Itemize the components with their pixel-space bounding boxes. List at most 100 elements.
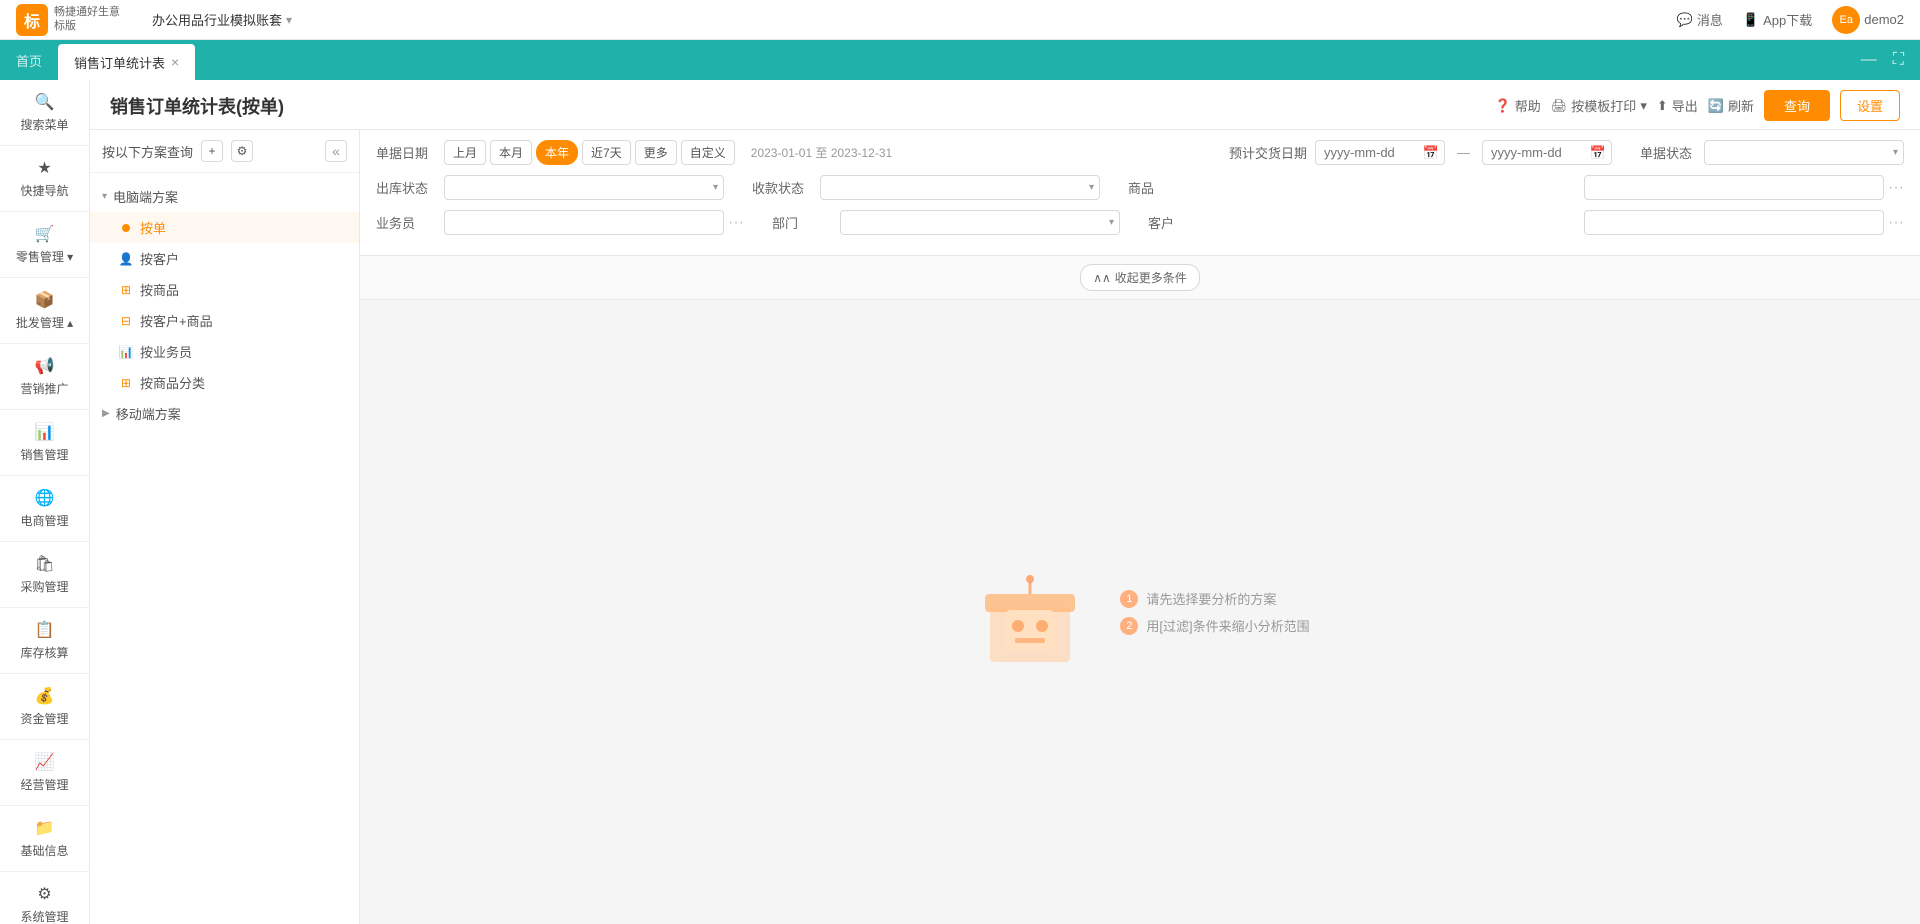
tree-section-mobile: ▶ 移动端方案: [90, 398, 359, 429]
print-button[interactable]: 🖨 按模板打印 ▾: [1551, 96, 1647, 115]
tree-item-by-category[interactable]: ⊞ 按商品分类: [90, 367, 359, 398]
sidebar-item-purchase[interactable]: 🛍 采购管理: [0, 542, 89, 608]
salesperson-label: 业务员: [376, 213, 432, 232]
goods-input[interactable]: [1584, 175, 1884, 200]
doc-status-filter: 单据状态 ▾: [1640, 140, 1904, 165]
sidebar-item-sales[interactable]: 📊 销售管理: [0, 410, 89, 476]
doc-status-label: 单据状态: [1640, 143, 1696, 162]
marketing-icon: 📢: [35, 356, 55, 376]
hint-num-1: 1: [1120, 590, 1138, 608]
delivery-status-select[interactable]: [444, 175, 724, 200]
sidebar-item-system[interactable]: ⚙ 系统管理: [0, 872, 89, 924]
category-icon: ⊞: [118, 375, 134, 391]
sidebar-item-quick[interactable]: ★ 快捷导航: [0, 146, 89, 212]
empty-content: 1 请先选择要分析的方案 2 用[过滤]条件来缩小分析范围: [970, 552, 1309, 672]
message-button[interactable]: 💬 消息: [1677, 10, 1723, 29]
date-buttons: 上月 本月 本年 近7天 更多 自定义: [444, 140, 735, 165]
delivery-status-select-wrapper: ▾: [444, 175, 724, 200]
doc-status-select[interactable]: [1704, 140, 1904, 165]
sidebar-item-ecommerce[interactable]: 🌐 电商管理: [0, 476, 89, 542]
right-content: 单据日期 上月 本月 本年 近7天 更多 自定义 2023-01-01 至 20…: [360, 130, 1920, 924]
expected-date-from-wrapper: 📅: [1315, 140, 1445, 165]
dept-select[interactable]: [840, 210, 1120, 235]
salesperson-filter-wrapper: ···: [444, 210, 744, 235]
app-title[interactable]: 办公用品行业模拟账套 ▾: [152, 10, 292, 29]
settings-button[interactable]: 设置: [1840, 90, 1900, 121]
tree-item-by-order[interactable]: 按单: [90, 212, 359, 243]
sidebar-item-wholesale[interactable]: 📦 批发管理 ▴: [0, 278, 89, 344]
date-btn-custom[interactable]: 自定义: [681, 140, 735, 165]
tree-item-by-cust-goods[interactable]: ⊟ 按客户+商品: [90, 305, 359, 336]
goods-ellipsis-icon[interactable]: ···: [1888, 179, 1904, 197]
date-separator: —: [1457, 145, 1470, 160]
export-button[interactable]: ⬆ 导出: [1657, 96, 1698, 115]
filter-row-1: 单据日期 上月 本月 本年 近7天 更多 自定义 2023-01-01 至 20…: [376, 140, 1904, 165]
collapse-up-icon: ∧∧: [1093, 271, 1111, 285]
section-arrow-icon: ▾: [102, 191, 107, 202]
tabbar: 首页 销售订单统计表 × — ⛶: [0, 40, 1920, 80]
system-icon: ⚙: [37, 884, 51, 904]
help-button[interactable]: ❓ 帮助: [1495, 96, 1541, 115]
app-download-button[interactable]: 📱 App下载: [1743, 10, 1812, 29]
sidebar-item-operations[interactable]: 📈 经营管理: [0, 740, 89, 806]
tab-maximize-icon[interactable]: ⛶: [1889, 47, 1908, 73]
help-icon: ❓: [1495, 98, 1511, 114]
date-btn-last-month[interactable]: 上月: [444, 140, 486, 165]
customer-input[interactable]: [1584, 210, 1884, 235]
sidebar-item-search[interactable]: 🔍 搜索菜单: [0, 80, 89, 146]
topbar-right: 💬 消息 📱 App下载 Ea demo2: [1677, 6, 1904, 34]
date-btn-this-month[interactable]: 本月: [490, 140, 532, 165]
add-scheme-button[interactable]: +: [201, 140, 223, 162]
tab-close-icon[interactable]: ×: [171, 54, 179, 70]
tabbar-controls: — ⛶: [1857, 40, 1920, 80]
purchase-icon: 🛍: [34, 554, 54, 574]
date-btn-7days[interactable]: 近7天: [582, 140, 631, 165]
query-button[interactable]: 查询: [1764, 90, 1830, 121]
goods-icon: ⊞: [118, 282, 134, 298]
left-scheme-panel: 按以下方案查询 + ⚙ « ▾ 电脑端方案: [90, 130, 360, 924]
topbar: 标 畅捷通好生意 标版 办公用品行业模拟账套 ▾ 💬 消息 📱 App下载 Ea…: [0, 0, 1920, 40]
sidebar-item-basic[interactable]: 📁 基础信息: [0, 806, 89, 872]
tree-item-by-salesperson[interactable]: 📊 按业务员: [90, 336, 359, 367]
expected-date-label: 预计交货日期: [1229, 143, 1307, 162]
salesperson-ellipsis-icon[interactable]: ···: [728, 214, 744, 232]
date-btn-more[interactable]: 更多: [635, 140, 677, 165]
refresh-button[interactable]: 🔄 刷新: [1708, 96, 1754, 115]
tab-minimize-icon[interactable]: —: [1857, 47, 1881, 73]
collapse-panel-button[interactable]: «: [325, 140, 347, 162]
sidebar-item-inventory[interactable]: 📋 库存核算: [0, 608, 89, 674]
tree-section-mobile-header[interactable]: ▶ 移动端方案: [90, 398, 359, 429]
empty-illustration: [970, 552, 1090, 672]
user-menu[interactable]: Ea demo2: [1832, 6, 1904, 34]
sidebar-item-marketing[interactable]: 📢 营销推广: [0, 344, 89, 410]
payment-status-label: 收款状态: [752, 178, 808, 197]
message-icon: 💬: [1677, 12, 1693, 28]
date-btn-this-year[interactable]: 本年: [536, 140, 578, 165]
sidebar-item-retail[interactable]: 🛒 零售管理 ▾: [0, 212, 89, 278]
salesperson-input[interactable]: [444, 210, 724, 235]
expected-date-to-input[interactable]: [1482, 140, 1612, 165]
tab-home[interactable]: 首页: [0, 40, 58, 80]
expected-date-from-input[interactable]: [1315, 140, 1445, 165]
phone-icon: 📱: [1743, 12, 1759, 28]
tree-section-pc-header[interactable]: ▾ 电脑端方案: [90, 181, 359, 212]
logo-text: 畅捷通好生意 标版: [54, 6, 120, 32]
section-label: 电脑端方案: [113, 187, 178, 206]
logo: 标 畅捷通好生意 标版: [16, 4, 120, 36]
expected-date-to-wrapper: 📅: [1482, 140, 1612, 165]
scheme-settings-button[interactable]: ⚙: [231, 140, 253, 162]
dot-icon: [118, 220, 134, 236]
collapse-button[interactable]: ∧∧ 收起更多条件: [1080, 264, 1200, 291]
tab-sales-order-summary[interactable]: 销售订单统计表 ×: [58, 44, 195, 80]
payment-status-select[interactable]: [820, 175, 1100, 200]
sidebar-item-finance[interactable]: 💰 资金管理: [0, 674, 89, 740]
empty-hint-1: 1 请先选择要分析的方案: [1120, 589, 1276, 608]
filter-row-3: 业务员 ··· 部门 ▾ 客户: [376, 210, 1904, 235]
refresh-icon: 🔄: [1708, 98, 1724, 114]
customer-ellipsis-icon[interactable]: ···: [1888, 214, 1904, 232]
export-icon: ⬆: [1657, 98, 1668, 114]
inventory-icon: 📋: [35, 620, 55, 640]
tree-section-pc: ▾ 电脑端方案 按单 👤 按客户: [90, 181, 359, 398]
tree-item-by-customer[interactable]: 👤 按客户: [90, 243, 359, 274]
tree-item-by-goods[interactable]: ⊞ 按商品: [90, 274, 359, 305]
